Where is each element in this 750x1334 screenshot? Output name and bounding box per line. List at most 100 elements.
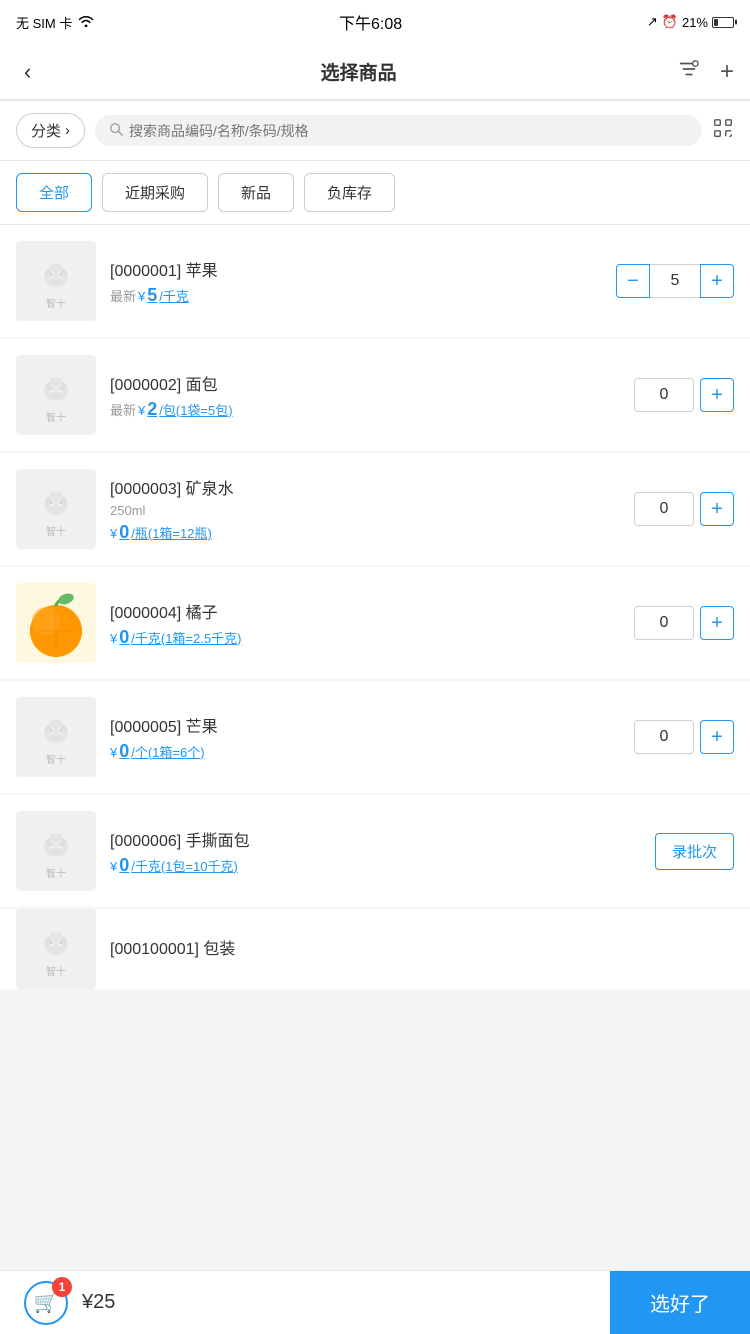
product-image: 智十 — [16, 469, 96, 549]
price-value: 0 — [119, 627, 129, 648]
owl-placeholder: 智十 — [16, 909, 96, 989]
status-time: 下午6:08 — [94, 10, 647, 34]
cart-badge: 1 — [52, 1277, 72, 1297]
product-list: 智十 [0000001] 苹果 最新 ¥ 5 /千克 − + — [0, 225, 750, 989]
search-input[interactable] — [129, 123, 688, 139]
price-line: ¥ 0 /千克(1包=10千克) — [110, 855, 641, 876]
price-value: 0 — [119, 522, 129, 543]
product-image: 智十 — [16, 697, 96, 777]
quantity-input[interactable] — [634, 606, 694, 640]
page-title: 选择商品 — [321, 58, 397, 85]
add-button[interactable]: + — [720, 58, 734, 86]
battery-fill — [714, 19, 718, 26]
price-line: ¥ 0 /个(1箱=6个) — [110, 741, 620, 762]
tab-recent[interactable]: 近期采购 — [102, 173, 208, 212]
location-icon: ↗ — [647, 14, 658, 30]
status-right: ↗ ⏰ 21% — [647, 14, 734, 30]
quantity-input[interactable] — [650, 264, 700, 298]
quantity-plus-button[interactable]: + — [700, 606, 734, 640]
back-button[interactable]: ‹ — [16, 51, 39, 93]
quantity-control: + — [634, 720, 734, 754]
bottom-spacer — [0, 991, 750, 1055]
price-unit: /包(1袋=5包) — [159, 400, 232, 419]
bottom-bar: 🛒 1 ¥25 选好了 — [0, 1270, 750, 1334]
tab-negative[interactable]: 负库存 — [304, 173, 395, 212]
battery-text: 21% — [682, 15, 708, 30]
nav-right-actions: + — [678, 58, 734, 86]
quantity-input[interactable] — [634, 378, 694, 412]
price-label: 最新 — [110, 400, 136, 419]
price-unit: /瓶(1箱=12瓶) — [131, 523, 212, 542]
brand-label: 智十 — [46, 523, 66, 538]
price-value: 2 — [147, 399, 157, 420]
confirm-button[interactable]: 选好了 — [610, 1271, 750, 1334]
nav-bar: ‹ 选择商品 + — [0, 44, 750, 100]
price-yen: ¥ — [110, 745, 117, 760]
product-name: [0000006] 手撕面包 — [110, 827, 641, 851]
alarm-icon: ⏰ — [662, 14, 678, 30]
price-line: 最新 ¥ 2 /包(1袋=5包) — [110, 399, 620, 420]
product-info: [0000002] 面包 最新 ¥ 2 /包(1袋=5包) — [110, 371, 620, 420]
product-item: 智十 [0000001] 苹果 最新 ¥ 5 /千克 − + — [0, 225, 750, 337]
search-icon — [109, 122, 123, 139]
orange-illustration — [16, 583, 96, 663]
quantity-plus-button[interactable]: + — [700, 492, 734, 526]
price-value: 0 — [119, 855, 129, 876]
product-item: 智十 [0000002] 面包 最新 ¥ 2 /包(1袋=5包) + — [0, 339, 750, 451]
quantity-input[interactable] — [634, 492, 694, 526]
scan-icon[interactable] — [712, 117, 734, 145]
quantity-plus-button[interactable]: + — [700, 720, 734, 754]
price-yen: ¥ — [110, 859, 117, 874]
product-image — [16, 583, 96, 663]
brand-label: 智十 — [46, 865, 66, 880]
price-unit: /千克 — [159, 286, 189, 305]
brand-label: 智十 — [46, 295, 66, 310]
status-bar: 无 SIM 卡 下午6:08 ↗ ⏰ 21% — [0, 0, 750, 44]
product-name: [0000002] 面包 — [110, 371, 620, 395]
category-arrow-icon: › — [65, 122, 70, 139]
category-button[interactable]: 分类 › — [16, 113, 85, 148]
quantity-control: + — [634, 378, 734, 412]
price-line: ¥ 0 /千克(1箱=2.5千克) — [110, 627, 620, 648]
quantity-plus-button[interactable]: + — [700, 264, 734, 298]
product-image: 智十 — [16, 811, 96, 891]
tab-new[interactable]: 新品 — [218, 173, 294, 212]
batch-button[interactable]: 录批次 — [655, 833, 734, 870]
product-name: [0000004] 橘子 — [110, 599, 620, 623]
quantity-control: − + — [616, 264, 734, 298]
product-name: [0000001] 苹果 — [110, 257, 602, 281]
battery-bar — [712, 17, 734, 28]
product-info: [0000006] 手撕面包 ¥ 0 /千克(1包=10千克) — [110, 827, 641, 876]
product-item: 智十 [000100001] 包装 — [0, 909, 750, 989]
product-name: [0000005] 芒果 — [110, 713, 620, 737]
price-yen: ¥ — [138, 403, 145, 418]
owl-placeholder: 智十 — [16, 241, 96, 321]
price-value: 5 — [147, 285, 157, 306]
cart-area: 🛒 1 ¥25 — [0, 1281, 610, 1325]
price-yen: ¥ — [110, 526, 117, 541]
owl-placeholder: 智十 — [16, 355, 96, 435]
cart-icon-wrap[interactable]: 🛒 1 — [24, 1281, 68, 1325]
category-label: 分类 — [31, 120, 61, 141]
tab-all[interactable]: 全部 — [16, 173, 92, 212]
status-carrier: 无 SIM 卡 — [16, 13, 94, 32]
product-image: 智十 — [16, 355, 96, 435]
quantity-plus-button[interactable]: + — [700, 378, 734, 412]
owl-placeholder: 智十 — [16, 811, 96, 891]
quantity-input[interactable] — [634, 720, 694, 754]
filter-icon[interactable] — [678, 58, 700, 86]
price-value: 0 — [119, 741, 129, 762]
product-spec: 250ml — [110, 503, 620, 518]
product-item: 智十 [0000006] 手撕面包 ¥ 0 /千克(1包=10千克) 录批次 — [0, 795, 750, 907]
tabs-bar: 全部 近期采购 新品 负库存 — [0, 161, 750, 225]
product-name: [000100001] 包装 — [110, 935, 734, 959]
price-line: 最新 ¥ 5 /千克 — [110, 285, 602, 306]
price-unit: /千克(1箱=2.5千克) — [131, 628, 241, 647]
product-info: [000100001] 包装 — [110, 935, 734, 963]
price-label: 最新 — [110, 286, 136, 305]
product-item: [0000004] 橘子 ¥ 0 /千克(1箱=2.5千克) + — [0, 567, 750, 679]
quantity-minus-button[interactable]: − — [616, 264, 650, 298]
product-item: 智十 [0000005] 芒果 ¥ 0 /个(1箱=6个) + — [0, 681, 750, 793]
product-item: 智十 [0000003] 矿泉水 250ml ¥ 0 /瓶(1箱=12瓶) + — [0, 453, 750, 565]
price-line: ¥ 0 /瓶(1箱=12瓶) — [110, 522, 620, 543]
